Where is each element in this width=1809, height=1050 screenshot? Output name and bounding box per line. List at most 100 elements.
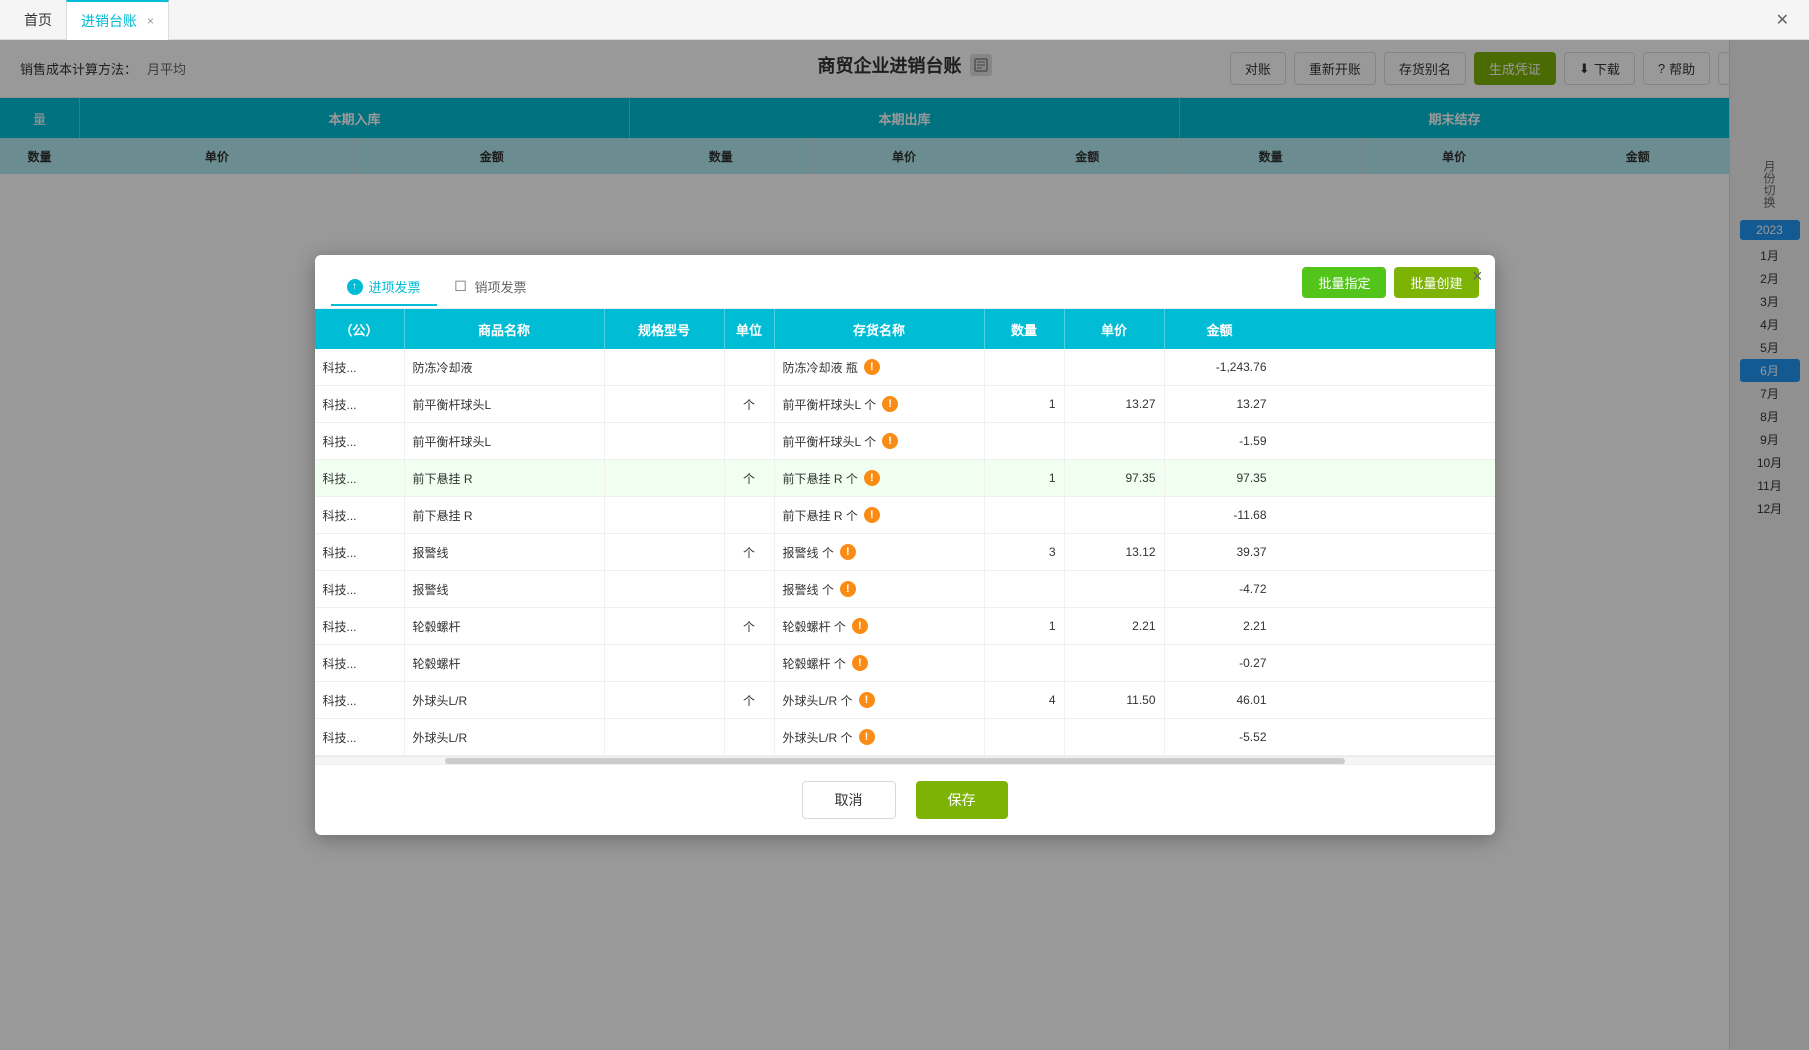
table-cell: -4.72 — [1165, 571, 1275, 607]
tab-active[interactable]: 进销台账 × — [66, 0, 169, 40]
col-unit: 单位 — [725, 309, 775, 349]
table-row[interactable]: 科技...轮毂螺杆个轮毂螺杆 个!12.212.21 — [315, 608, 1495, 645]
table-cell — [605, 349, 725, 385]
table-cell: 11.50 — [1065, 682, 1165, 718]
table-row[interactable]: 科技...轮毂螺杆轮毂螺杆 个!-0.27 — [315, 645, 1495, 682]
scroll-thumb[interactable] — [445, 758, 1345, 764]
modal-scrollbar[interactable] — [315, 756, 1495, 764]
top-bar: 首页 进销台账 × ✕ — [0, 0, 1809, 40]
col-unit-price: 单价 — [1065, 309, 1165, 349]
modal-header-buttons: 批量指定 批量创建 — [1302, 267, 1478, 308]
table-cell: 科技... — [315, 349, 405, 385]
table-cell — [605, 645, 725, 681]
table-cell: 前平衡杆球头L — [405, 386, 605, 422]
table-cell: 前平衡杆球头L 个! — [775, 386, 985, 422]
table-cell: 13.27 — [1165, 386, 1275, 422]
table-row[interactable]: 科技...报警线个报警线 个!313.1239.37 — [315, 534, 1495, 571]
table-cell: 个 — [725, 608, 775, 644]
table-row[interactable]: 科技...前平衡杆球头L个前平衡杆球头L 个!113.2713.27 — [315, 386, 1495, 423]
warning-icon: ! — [840, 544, 856, 560]
table-cell: 1 — [985, 460, 1065, 496]
table-cell: 轮毂螺杆 个! — [775, 608, 985, 644]
col-amount: 金额 — [1165, 309, 1275, 349]
table-cell: 轮毂螺杆 个! — [775, 645, 985, 681]
table-cell: 个 — [725, 534, 775, 570]
table-cell — [725, 349, 775, 385]
table-cell — [1065, 349, 1165, 385]
table-cell: 前平衡杆球头L — [405, 423, 605, 459]
table-cell — [725, 571, 775, 607]
table-cell: 13.27 — [1065, 386, 1165, 422]
table-cell — [985, 571, 1065, 607]
table-cell: 防冻冷却液 — [405, 349, 605, 385]
table-cell: 科技... — [315, 608, 405, 644]
table-cell: 13.12 — [1065, 534, 1165, 570]
save-button[interactable]: 保存 — [916, 781, 1008, 819]
table-cell: 科技... — [315, 386, 405, 422]
overlay: ↑ 进项发票 ☐ 销项发票 批量指定 批量创建 × （公） 商品名称 — [0, 40, 1809, 1050]
table-cell: 前下悬挂 R — [405, 497, 605, 533]
table-cell — [1065, 571, 1165, 607]
table-cell: 前下悬挂 R — [405, 460, 605, 496]
table-row[interactable]: 科技...外球头L/R个外球头L/R 个!411.5046.01 — [315, 682, 1495, 719]
table-row[interactable]: 科技...前下悬挂 R个前下悬挂 R 个!197.3597.35 — [315, 460, 1495, 497]
table-cell: 3 — [985, 534, 1065, 570]
modal-col-headers: （公） 商品名称 规格型号 单位 存货名称 数量 单价 金额 — [315, 309, 1495, 349]
table-cell — [605, 719, 725, 755]
modal-dialog: ↑ 进项发票 ☐ 销项发票 批量指定 批量创建 × （公） 商品名称 — [315, 255, 1495, 835]
table-cell — [1065, 423, 1165, 459]
table-cell: 科技... — [315, 497, 405, 533]
col-qty: 数量 — [985, 309, 1065, 349]
table-cell — [605, 571, 725, 607]
warning-icon: ! — [859, 729, 875, 745]
table-cell: 外球头L/R 个! — [775, 682, 985, 718]
input-invoice-icon: ↑ — [347, 279, 363, 295]
table-cell: 前平衡杆球头L 个! — [775, 423, 985, 459]
table-cell: 4 — [985, 682, 1065, 718]
col-stock-name: 存货名称 — [775, 309, 985, 349]
modal-close-button[interactable]: × — [1472, 267, 1483, 285]
tab-home[interactable]: 首页 — [10, 0, 66, 40]
table-cell: 科技... — [315, 571, 405, 607]
table-cell: 轮毂螺杆 — [405, 645, 605, 681]
table-cell — [985, 497, 1065, 533]
warning-icon: ! — [882, 433, 898, 449]
table-cell — [985, 349, 1065, 385]
tab-input-invoice[interactable]: ↑ 进项发票 — [331, 269, 437, 306]
warning-icon: ! — [864, 507, 880, 523]
batch-assign-button[interactable]: 批量指定 — [1302, 267, 1386, 298]
table-cell — [1065, 645, 1165, 681]
table-cell — [605, 386, 725, 422]
table-cell: -0.27 — [1165, 645, 1275, 681]
table-row[interactable]: 科技...前平衡杆球头L前平衡杆球头L 个!-1.59 — [315, 423, 1495, 460]
warning-icon: ! — [859, 692, 875, 708]
table-cell: 个 — [725, 460, 775, 496]
cancel-button[interactable]: 取消 — [802, 781, 896, 819]
tab-output-invoice[interactable]: ☐ 销项发票 — [437, 269, 543, 306]
table-cell: 前下悬挂 R 个! — [775, 497, 985, 533]
table-cell — [725, 645, 775, 681]
tab-close-icon[interactable]: × — [147, 2, 154, 40]
window-close-button[interactable]: ✕ — [1766, 10, 1799, 30]
table-cell — [725, 423, 775, 459]
table-cell — [985, 719, 1065, 755]
table-cell — [605, 423, 725, 459]
table-cell: 报警线 个! — [775, 571, 985, 607]
table-cell — [985, 423, 1065, 459]
col-spec: 规格型号 — [605, 309, 725, 349]
table-cell: 外球头L/R 个! — [775, 719, 985, 755]
table-row[interactable]: 科技...外球头L/R外球头L/R 个!-5.52 — [315, 719, 1495, 756]
table-cell — [985, 645, 1065, 681]
table-cell: 科技... — [315, 460, 405, 496]
batch-create-button[interactable]: 批量创建 — [1394, 267, 1478, 298]
warning-icon: ! — [852, 618, 868, 634]
table-cell: 外球头L/R — [405, 719, 605, 755]
table-row[interactable]: 科技...报警线报警线 个!-4.72 — [315, 571, 1495, 608]
table-row[interactable]: 科技...防冻冷却液防冻冷却液 瓶!-1,243.76 — [315, 349, 1495, 386]
table-row[interactable]: 科技...前下悬挂 R前下悬挂 R 个!-11.68 — [315, 497, 1495, 534]
table-cell — [1065, 719, 1165, 755]
table-cell: 防冻冷却液 瓶! — [775, 349, 985, 385]
warning-icon: ! — [864, 470, 880, 486]
table-cell: 科技... — [315, 719, 405, 755]
warning-icon: ! — [864, 359, 880, 375]
